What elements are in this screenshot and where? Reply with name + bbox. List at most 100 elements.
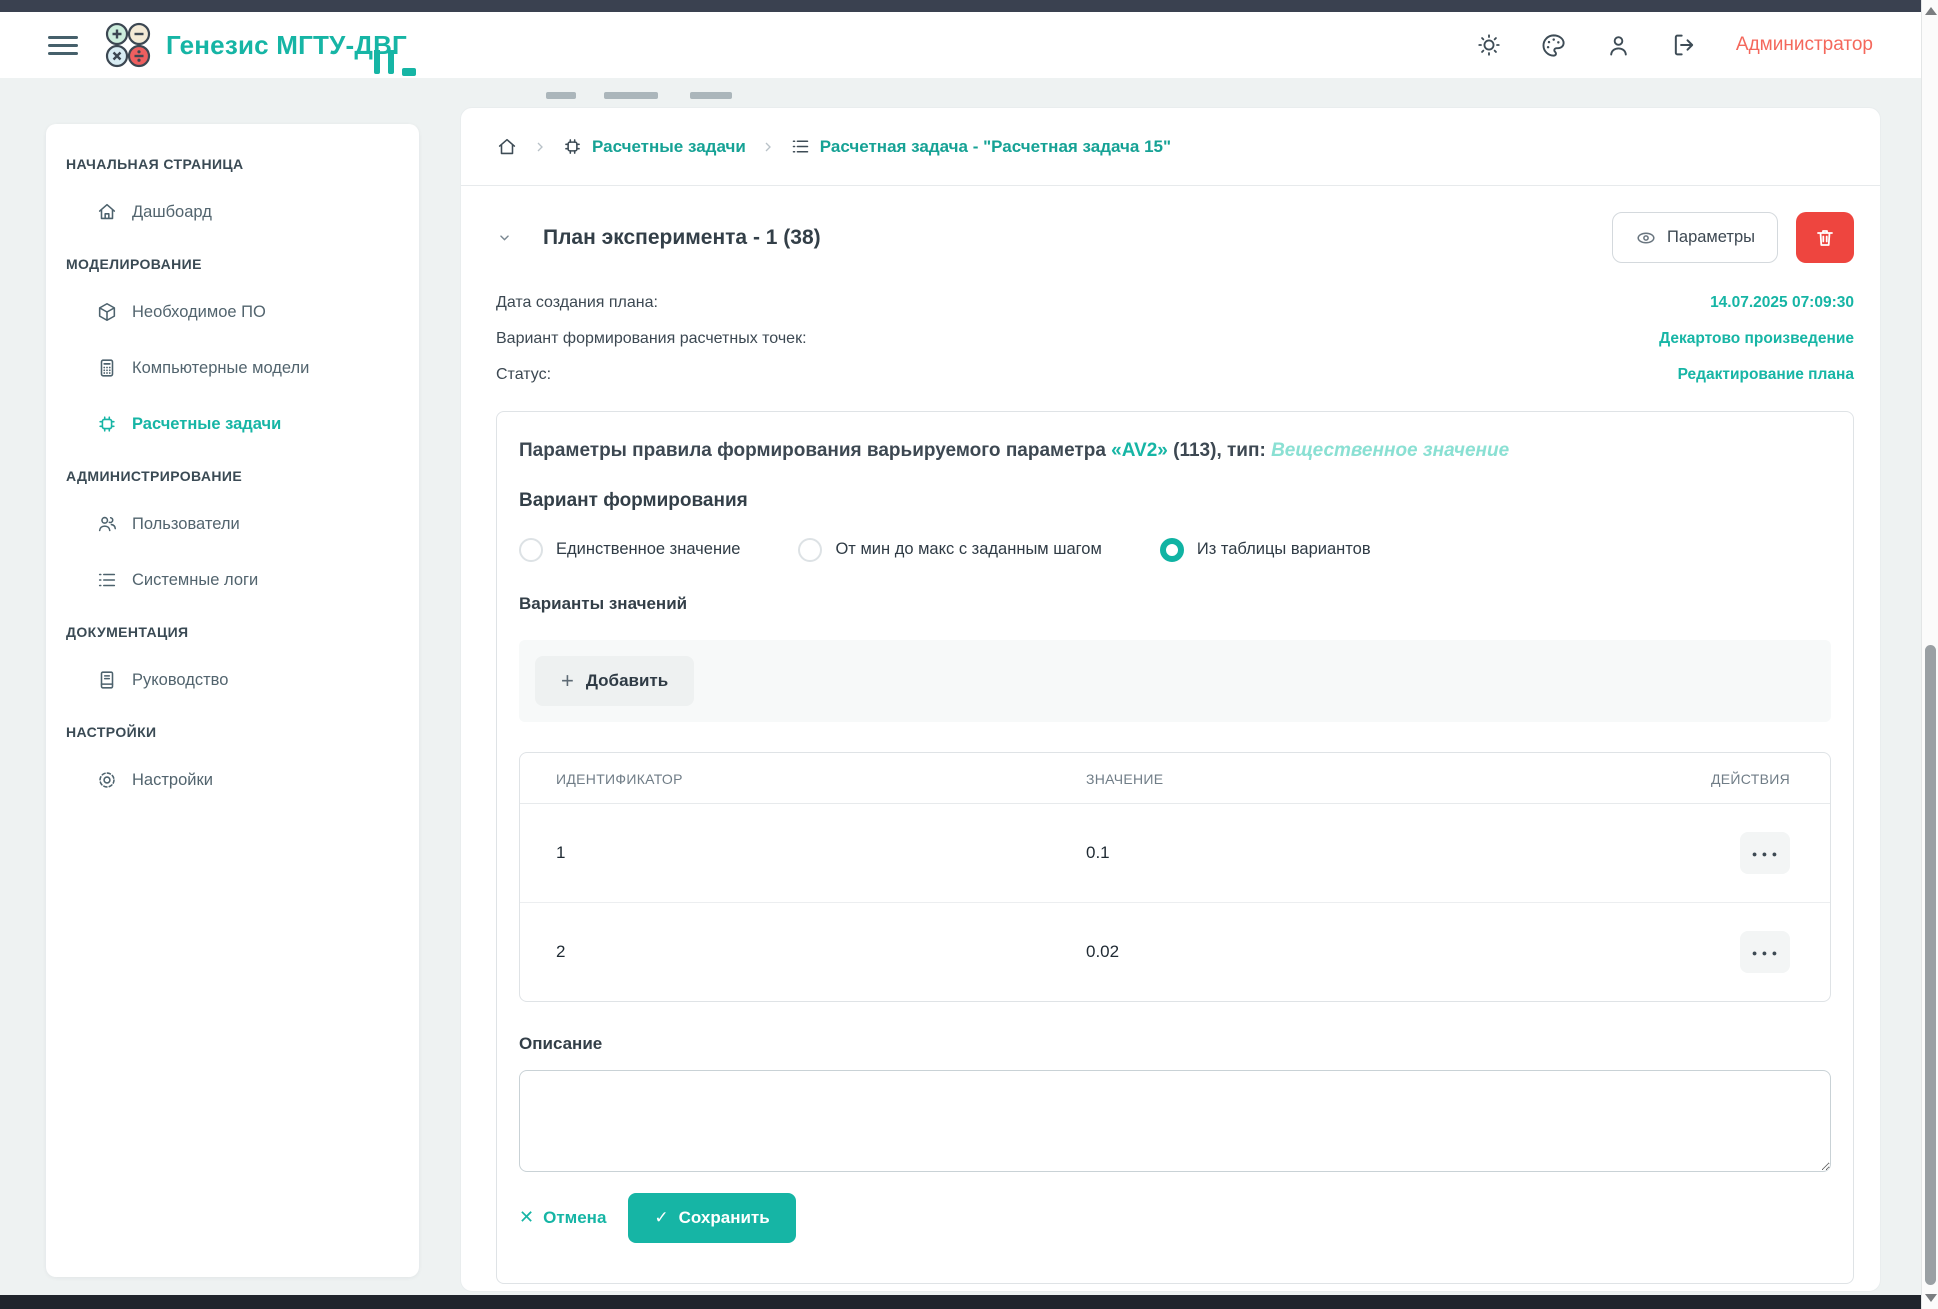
row-actions-button[interactable]: ● ● ●	[1740, 831, 1790, 874]
form-actions: ✕ Отмена ✓ Сохранить	[519, 1192, 1831, 1253]
sidebar-section-title: МОДЕЛИРОВАНИЕ	[66, 256, 202, 272]
sidebar-item-users[interactable]: Пользователи	[46, 496, 419, 552]
cancel-button[interactable]: ✕ Отмена	[519, 1207, 606, 1228]
radio-icon	[798, 537, 823, 562]
sidebar-item-label: Расчетные задачи	[132, 414, 282, 433]
top-window-strip	[0, 0, 1921, 12]
trash-icon	[1813, 226, 1837, 250]
scroll-down-arrow-icon[interactable]	[1925, 1294, 1937, 1302]
cancel-button-label: Отмена	[543, 1207, 607, 1227]
app-header: Генезис МГТУ-ДВГ Администратор	[0, 12, 1921, 78]
sidebar-item-label: Пользователи	[132, 514, 240, 533]
log-list-icon	[96, 569, 118, 591]
parameters-button-label: Параметры	[1667, 228, 1755, 246]
ellipsis-icon: ● ● ●	[1751, 849, 1779, 860]
parameters-button[interactable]: Параметры	[1612, 212, 1778, 263]
user-role-label[interactable]: Администратор	[1736, 34, 1873, 56]
sidebar-section-title: АДМИНИСТРИРОВАНИЕ	[66, 468, 243, 484]
eye-icon	[1635, 227, 1657, 249]
palette-icon[interactable]	[1540, 32, 1567, 59]
home-icon	[96, 201, 118, 223]
cell-value: 0.1	[1086, 842, 1110, 862]
clipped-scroll-fragment	[604, 92, 658, 99]
rule-title-prefix: Параметры правила формирования варьируем…	[519, 440, 1106, 461]
info-value: 14.07.2025 07:09:30	[1710, 294, 1854, 311]
variant-radio-group: Единственное значение От мин до макс с з…	[519, 537, 1831, 562]
row-actions-button[interactable]: ● ● ●	[1740, 930, 1790, 973]
plan-title: План эксперимента - 1 (38)	[543, 225, 821, 249]
radio-label: Из таблицы вариантов	[1196, 540, 1371, 559]
theme-sun-icon[interactable]	[1476, 32, 1502, 58]
add-button-label: Добавить	[585, 670, 669, 690]
sidebar-item-software[interactable]: Необходимое ПО	[46, 284, 419, 340]
book-icon	[96, 669, 118, 691]
sidebar-item-logs[interactable]: Системные логи	[46, 552, 419, 608]
save-button[interactable]: ✓ Сохранить	[628, 1192, 796, 1243]
sidebar-item-manual[interactable]: Руководство	[46, 652, 419, 708]
app-title: Генезис МГТУ-ДВГ	[166, 29, 407, 60]
sidebar-item-models[interactable]: Компьютерные модели	[46, 340, 419, 396]
vertical-scrollbar[interactable]	[1921, 0, 1938, 1309]
radio-from-table[interactable]: Из таблицы вариантов	[1159, 537, 1371, 562]
chevron-down-icon[interactable]	[496, 229, 513, 246]
cube-icon	[96, 301, 118, 323]
cell-id: 2	[556, 941, 566, 961]
sidebar: НАЧАЛЬНАЯ СТРАНИЦА Дашбоард МОДЕЛИРОВАНИ…	[46, 124, 419, 1277]
values-heading: Варианты значений	[519, 593, 688, 613]
calculator-icon	[96, 357, 118, 379]
chip-icon	[96, 413, 118, 435]
breadcrumb-current-task[interactable]: Расчетная задача - "Расчетная задача 15"	[790, 136, 1171, 157]
info-row-created: Дата создания плана: 14.07.2025 07:09:30	[496, 285, 1854, 321]
sidebar-item-settings[interactable]: Настройки	[46, 752, 419, 808]
user-icon[interactable]	[1605, 32, 1632, 59]
status-badge: Редактирование плана	[1677, 366, 1854, 383]
clipped-scroll-fragment	[546, 92, 576, 99]
menu-icon[interactable]	[48, 31, 78, 60]
sidebar-item-label: Дашбоард	[132, 202, 212, 221]
sidebar-item-label: Руководство	[132, 670, 229, 689]
rule-title-middle: (113), тип:	[1173, 440, 1266, 461]
logout-icon[interactable]	[1670, 31, 1698, 59]
column-header-value: ЗНАЧЕНИЕ	[1086, 770, 1164, 787]
radio-single-value[interactable]: Единственное значение	[519, 537, 740, 562]
chip-icon	[562, 136, 583, 157]
info-row-status: Статус: Редактирование плана	[496, 357, 1854, 393]
users-icon	[96, 513, 118, 535]
description-textarea[interactable]	[519, 1069, 1831, 1172]
breadcrumb: Расчетные задачи Расчетная задача - "Рас…	[461, 108, 1880, 186]
list-icon	[790, 136, 811, 157]
values-table: ИДЕНТИФИКАТОР ЗНАЧЕНИЕ ДЕЙСТВИЯ 1 0.1 ● …	[519, 751, 1831, 1002]
column-header-actions: ДЕЙСТВИЯ	[1711, 770, 1790, 787]
scrollbar-thumb[interactable]	[1925, 645, 1936, 1285]
sidebar-item-dashboard[interactable]: Дашбоард	[46, 184, 419, 240]
breadcrumb-home[interactable]	[496, 136, 518, 158]
sidebar-item-label: Настройки	[132, 770, 213, 789]
bottom-window-strip	[0, 1295, 1921, 1309]
scroll-up-arrow-icon[interactable]	[1925, 7, 1937, 15]
plan-info: Дата создания плана: 14.07.2025 07:09:30…	[496, 285, 1854, 393]
radio-min-max-step[interactable]: От мин до макс с заданным шагом	[798, 537, 1102, 562]
rule-param-type: Вещественное значение	[1271, 440, 1510, 461]
clipped-scroll-fragment	[690, 92, 732, 99]
radio-icon	[1159, 537, 1184, 562]
table-header-row: ИДЕНТИФИКАТОР ЗНАЧЕНИЕ ДЕЙСТВИЯ	[520, 753, 1830, 804]
plus-icon: +	[561, 667, 574, 693]
chevron-right-icon	[760, 139, 776, 155]
column-header-id: ИДЕНТИФИКАТОР	[556, 770, 683, 787]
breadcrumb-tasks[interactable]: Расчетные задачи	[562, 136, 746, 157]
info-label: Дата создания плана:	[496, 294, 658, 311]
sidebar-section-title: НАСТРОЙКИ	[66, 724, 157, 740]
radio-icon	[519, 537, 543, 562]
cell-value: 0.02	[1086, 941, 1120, 961]
close-icon: ✕	[519, 1207, 535, 1228]
delete-plan-button[interactable]	[1796, 212, 1854, 263]
info-row-variant: Вариант формирования расчетных точек: Де…	[496, 321, 1854, 357]
save-button-label: Сохранить	[678, 1207, 770, 1227]
chevron-right-icon	[532, 139, 548, 155]
add-value-button[interactable]: + Добавить	[535, 655, 695, 706]
info-label: Вариант формирования расчетных точек:	[496, 330, 807, 347]
ellipsis-icon: ● ● ●	[1751, 948, 1779, 959]
sidebar-item-tasks[interactable]: Расчетные задачи	[46, 396, 419, 452]
add-panel: + Добавить	[519, 639, 1831, 722]
breadcrumb-label: Расчетная задача - "Расчетная задача 15"	[819, 136, 1172, 156]
